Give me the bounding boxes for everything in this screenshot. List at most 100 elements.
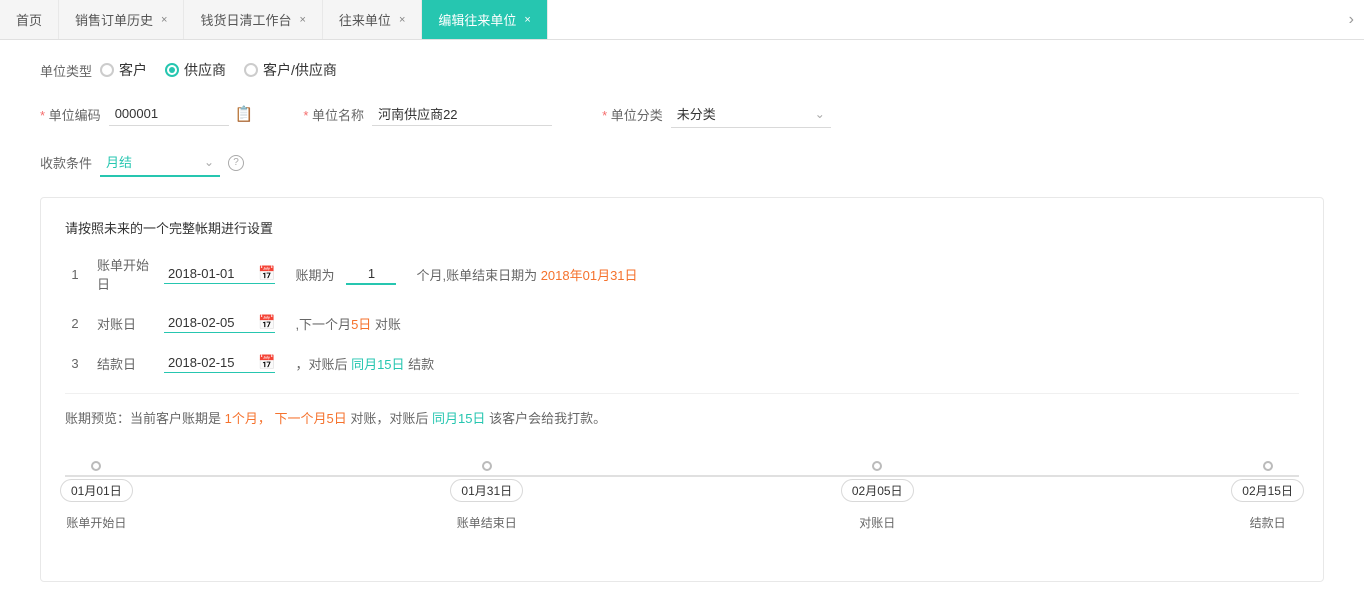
tab-partner[interactable]: 往来单位 × [323,0,422,39]
period-row-1-label: 账单开始日 [97,255,152,293]
radio-both-label: 客户/供应商 [263,60,337,80]
period-row-3-date-wrap: 📅 [164,353,275,373]
preview-end: 该客户会给我打款。 [489,411,606,426]
tab-cash-work-close[interactable]: × [299,14,305,26]
timeline-nodes: 01月01日 账单开始日 01月31日 账单结束日 02月05日 对账日 02月… [65,461,1299,531]
radio-supplier-label: 供应商 [184,60,226,80]
payment-help-icon[interactable]: ? [228,155,244,171]
unit-name-input[interactable] [372,102,552,126]
period-row-1-num: 1 [65,267,85,282]
timeline-name-2: 对账日 [859,514,895,531]
timeline-date-3: 02月15日 [1231,479,1304,502]
radio-customer-circle [100,63,114,77]
payment-condition-value: 月结 [106,152,200,171]
tab-sales-history[interactable]: 销售订单历史 × [59,0,184,39]
timeline-dot-1 [482,461,492,471]
unit-category-select[interactable]: 未分类 ⌄ [671,100,831,128]
period-row-1-suffix: 账期为 [295,265,334,284]
preview-1month: 1个月， [225,411,271,426]
preview-same15: 同月15日 [432,411,485,426]
radio-supplier-circle [165,63,179,77]
timeline-name-1: 账单结束日 [457,514,517,531]
unit-type-label: 单位类型 [40,61,92,80]
period-row-3-desc: ，对账后 同月15日 结款 [295,354,434,373]
period-row-2-desc: ,下一个月5日 对账 [295,314,400,333]
tab-home-label: 首页 [16,10,42,29]
unit-category-value: 未分类 [677,104,811,123]
radio-both-circle [244,63,258,77]
period-row-2-date-input[interactable] [164,313,254,332]
unit-type-row: 单位类型 客户 供应商 客户/供应商 [40,60,1324,80]
period-row-3-label: 结款日 [97,354,152,373]
unit-code-input[interactable] [109,102,229,126]
timeline-dot-2 [872,461,882,471]
payment-condition-chevron: ⌄ [204,155,214,169]
timeline-date-1: 01月31日 [450,479,523,502]
period-row-1-month-desc: 个月,账单结束日期为 2018年01月31日 [416,265,637,284]
radio-supplier[interactable]: 供应商 [165,60,226,80]
tab-partner-close[interactable]: × [399,14,405,26]
unit-category-chevron: ⌄ [815,107,825,121]
unit-code-label: 单位编码 [40,105,101,124]
unit-name-group: 单位名称 [303,102,552,126]
period-row-1-month-input[interactable] [346,264,396,285]
period-row-2-label: 对账日 [97,314,152,333]
tab-partner-label: 往来单位 [339,10,391,29]
tabs-bar: 首页 销售订单历史 × 钱货日清工作台 × 往来单位 × 编辑往来单位 × › [0,0,1364,40]
copy-icon[interactable]: 📋 [235,105,254,123]
tab-edit-partner[interactable]: 编辑往来单位 × [422,0,547,39]
tab-home[interactable]: 首页 [0,0,59,39]
preview-label: 账期预览：当前客户账期是 [65,411,225,426]
timeline-node-1: 01月31日 账单结束日 [450,461,523,531]
period-row-3: 3 结款日 📅 ，对账后 同月15日 结款 [65,353,1299,373]
unit-code-group: 单位编码 📋 [40,102,253,126]
tab-cash-work[interactable]: 钱货日清工作台 × [184,0,322,39]
period-row-2-highlight: 5日 [351,317,371,332]
unit-name-wrap [372,102,552,126]
unit-code-wrap: 📋 [109,102,254,126]
tab-sales-history-label: 销售订单历史 [75,10,153,29]
period-row-1-date-wrap: 📅 [164,264,275,284]
period-row-3-cal-icon[interactable]: 📅 [258,354,275,371]
timeline-wrap: 01月01日 账单开始日 01月31日 账单结束日 02月05日 对账日 02月… [65,461,1299,561]
period-row-3-date-input[interactable] [164,353,254,372]
payment-condition-select[interactable]: 月结 ⌄ [100,148,220,177]
period-row-3-num: 3 [65,356,85,371]
period-box: 请按照未来的一个完整帐期进行设置 1 账单开始日 📅 账期为 个月,账单结束日期… [40,197,1324,582]
tabs-arrow[interactable]: › [1339,0,1364,39]
unit-name-label: 单位名称 [303,105,364,124]
radio-customer[interactable]: 客户 [100,60,147,80]
period-row-2-date-wrap: 📅 [164,313,275,333]
period-row-2-cal-icon[interactable]: 📅 [258,314,275,331]
timeline-dot-3 [1263,461,1273,471]
preview-middle: 对账，对账后 [350,411,432,426]
radio-both[interactable]: 客户/供应商 [244,60,337,80]
period-row-1-end-date: 2018年01月31日 [541,268,638,283]
payment-condition-label: 收款条件 [40,153,92,172]
period-row-1-date-input[interactable] [164,264,254,283]
preview-text: 账期预览：当前客户账期是 1个月， 下一个月5日 对账，对账后 同月15日 该客… [65,393,1299,437]
unit-category-group: 单位分类 未分类 ⌄ [602,100,831,128]
tab-edit-partner-label: 编辑往来单位 [438,10,516,29]
code-name-category-row: 单位编码 📋 单位名称 单位分类 未分类 ⌄ [40,100,1324,128]
period-row-1: 1 账单开始日 📅 账期为 个月,账单结束日期为 2018年01月31日 [65,255,1299,293]
period-row-2: 2 对账日 📅 ,下一个月5日 对账 [65,313,1299,333]
main-content: 单位类型 客户 供应商 客户/供应商 单位编码 📋 单位 [0,40,1364,608]
payment-condition-row: 收款条件 月结 ⌄ ? [40,148,1324,177]
timeline-node-2: 02月05日 对账日 [841,461,914,531]
timeline-node-3: 02月15日 结款日 [1231,461,1304,531]
timeline-node-0: 01月01日 账单开始日 [60,461,133,531]
tab-edit-partner-close[interactable]: × [524,14,530,26]
preview-next5: 下一个月5日 [274,411,346,426]
unit-type-radio-group: 客户 供应商 客户/供应商 [100,60,337,80]
unit-category-label: 单位分类 [602,105,663,124]
period-row-3-highlight: 同月15日 [351,357,404,372]
period-row-2-num: 2 [65,316,85,331]
timeline-name-0: 账单开始日 [66,514,126,531]
period-row-1-cal-icon[interactable]: 📅 [258,265,275,282]
timeline-date-0: 01月01日 [60,479,133,502]
period-title: 请按照未来的一个完整帐期进行设置 [65,218,1299,237]
tab-sales-history-close[interactable]: × [161,14,167,26]
timeline-dot-0 [91,461,101,471]
radio-customer-label: 客户 [119,60,147,80]
